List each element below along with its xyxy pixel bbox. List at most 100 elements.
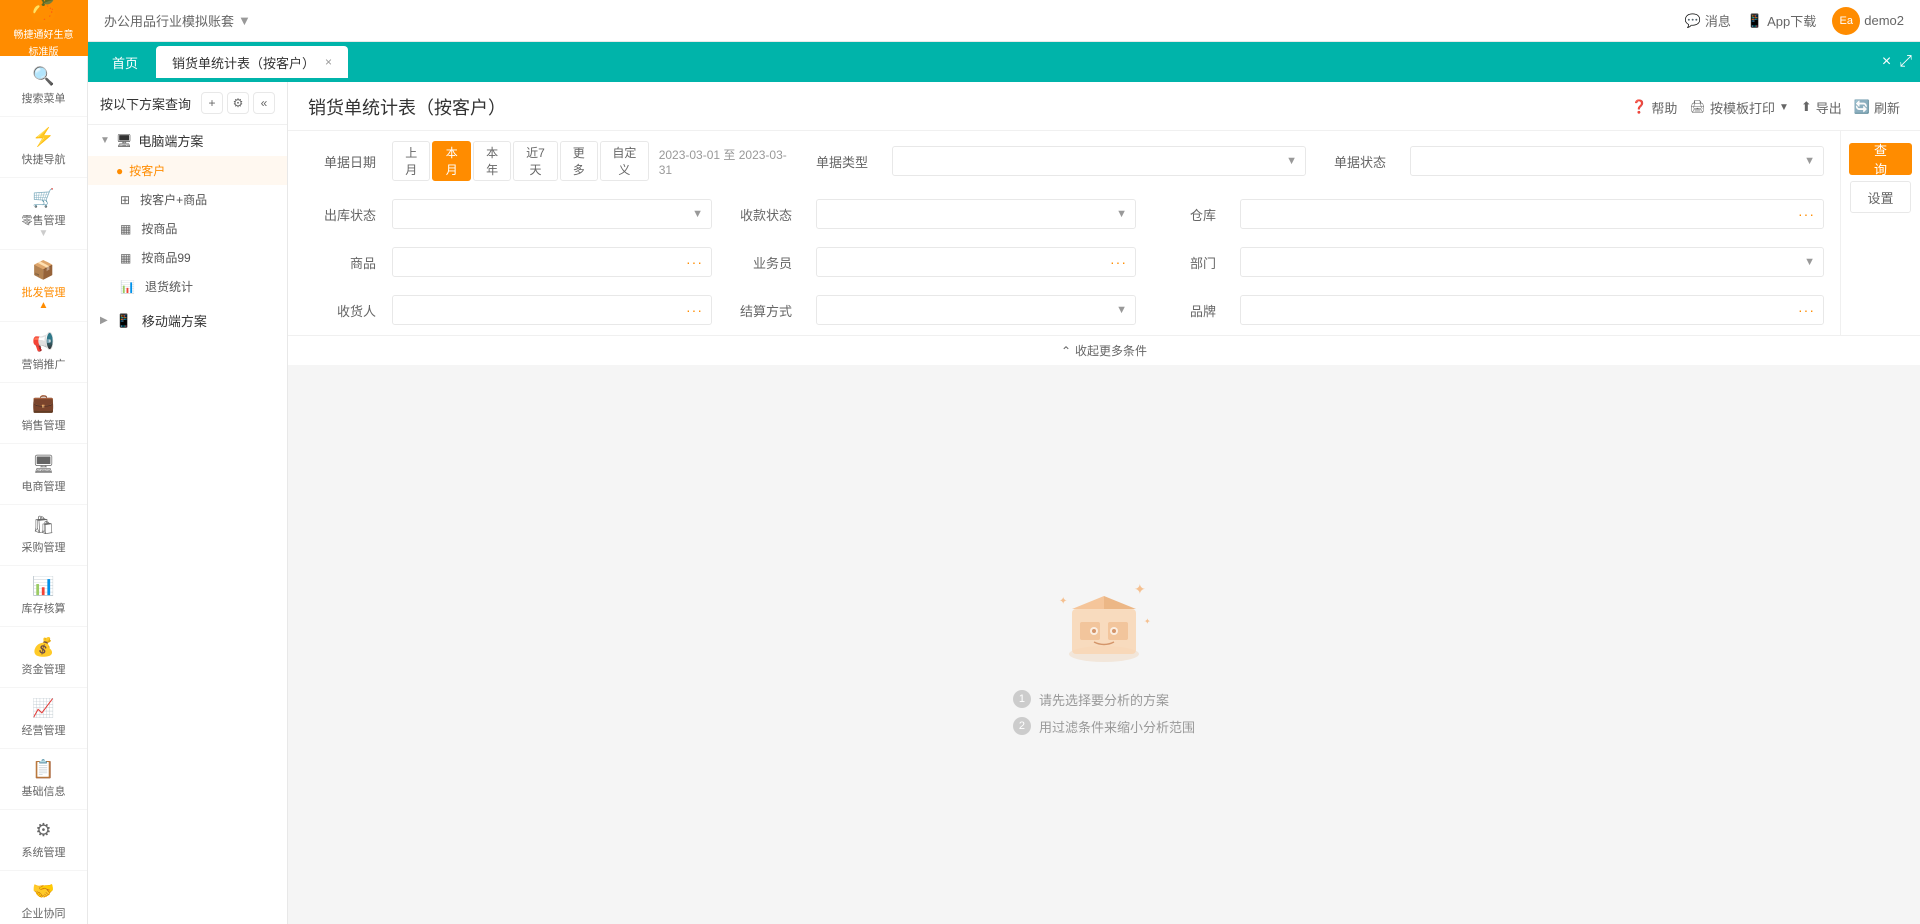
- tab-home[interactable]: 首页: [96, 46, 154, 78]
- print-btn[interactable]: 🖨 按模板打印 ▼: [1689, 98, 1788, 117]
- tab-sales-stats[interactable]: 销货单统计表（按客户） ×: [156, 46, 348, 78]
- collapse-panel-btn[interactable]: «: [253, 92, 275, 114]
- sidebar-item-basic[interactable]: 📋 基础信息: [0, 749, 87, 810]
- sidebar-item-shortcut[interactable]: ⚡ 快捷导航: [0, 117, 87, 178]
- sidebar-shortcut-label: 快捷导航: [22, 151, 66, 167]
- sales-icon: 💼: [32, 393, 54, 414]
- left-scheme-panel: 按以下方案查询 + ⚙ « ▼ 🖥 电脑端方案 ● 按客户 ⊞ 按客户+商: [88, 82, 288, 924]
- shortcut-icon: ⚡: [32, 127, 54, 148]
- sidebar-item-ecommerce[interactable]: 🖥 电商管理: [0, 444, 87, 505]
- tab-expand-btn[interactable]: ⤢: [1899, 53, 1912, 71]
- user-info[interactable]: Ea demo2: [1832, 7, 1904, 35]
- sidebar-item-sales[interactable]: 💼 销售管理: [0, 383, 87, 444]
- industry-selector[interactable]: 办公用品行业模拟账套 ▼: [104, 11, 251, 30]
- sidebar-item-enterprise[interactable]: 🤝 企业协同: [0, 871, 87, 924]
- settings-scheme-btn[interactable]: ⚙: [227, 92, 249, 114]
- goods-dots: ···: [686, 254, 703, 270]
- collapse-bar[interactable]: ⌃ 收起更多条件: [288, 335, 1920, 365]
- tab-close-all-btn[interactable]: ×: [1882, 53, 1891, 71]
- tree-pc-scheme[interactable]: ▼ 🖥 电脑端方案: [88, 125, 287, 156]
- last-7days-btn[interactable]: 近7天: [513, 141, 557, 181]
- svg-text:✦: ✦: [1144, 617, 1151, 626]
- tab-controls: × ⤢: [1882, 53, 1912, 71]
- tree-cg-icon: ⊞: [120, 193, 130, 207]
- tree-bg-label: 按商品: [141, 220, 177, 237]
- industry-dropdown-icon: ▼: [238, 13, 251, 28]
- this-month-btn[interactable]: 本月: [432, 141, 470, 181]
- sidebar-item-system[interactable]: ⚙ 系统管理: [0, 810, 87, 871]
- query-button[interactable]: 查询: [1849, 143, 1912, 175]
- bill-type-select[interactable]: ▼: [892, 146, 1306, 176]
- tree-item-by-customer[interactable]: ● 按客户: [88, 156, 287, 185]
- out-status-select[interactable]: ▼: [392, 199, 712, 229]
- out-status-arrow: ▼: [692, 208, 703, 220]
- left-panel-actions: + ⚙ «: [201, 92, 275, 114]
- sidebar-item-inventory[interactable]: 📊 库存核算: [0, 566, 87, 627]
- tree-item-return-stats[interactable]: 📊 退货统计: [88, 272, 287, 301]
- sidebar-item-wholesale[interactable]: 📦 批发管理 ▲: [0, 250, 87, 322]
- tree-mobile-label: 移动端方案: [142, 311, 207, 330]
- operation-icon: 📈: [32, 698, 54, 719]
- page-title: 销货单统计表（按客户）: [308, 94, 506, 120]
- goods-select[interactable]: ···: [392, 247, 712, 277]
- tree-mobile-scheme[interactable]: ▶ 📱 移动端方案: [88, 305, 287, 336]
- settlement-select[interactable]: ▼: [816, 295, 1136, 325]
- tab-bar: 首页 销货单统计表（按客户） × × ⤢: [88, 42, 1920, 82]
- tree-item-by-customer-goods[interactable]: ⊞ 按客户+商品: [88, 185, 287, 214]
- tab-close-icon[interactable]: ×: [325, 55, 332, 69]
- app-download-btn[interactable]: 📱 App下载: [1747, 11, 1816, 30]
- header-left: 办公用品行业模拟账套 ▼: [104, 11, 251, 30]
- export-btn[interactable]: ⬆ 导出: [1801, 98, 1842, 117]
- sidebar-item-marketing[interactable]: 📢 营销推广: [0, 322, 87, 383]
- wholesale-expand-icon: ▲: [39, 300, 49, 311]
- warehouse-select[interactable]: ···: [1240, 199, 1824, 229]
- salesperson-dots: ···: [1110, 254, 1127, 270]
- left-panel-header: 按以下方案查询 + ⚙ «: [88, 82, 287, 125]
- sidebar-item-retail[interactable]: 🛒 零售管理 ▼: [0, 178, 87, 250]
- this-year-btn[interactable]: 本年: [473, 141, 511, 181]
- search-icon: 🔍: [32, 66, 54, 87]
- salesperson-select[interactable]: ···: [816, 247, 1136, 277]
- message-btn[interactable]: 💬 消息: [1685, 11, 1731, 30]
- print-dropdown-icon: ▼: [1779, 102, 1789, 113]
- help-btn[interactable]: ❓ 帮助: [1631, 98, 1677, 117]
- print-icon: 🖨: [1689, 99, 1706, 115]
- tree-item-by-goods[interactable]: ▦ 按商品: [88, 214, 287, 243]
- tree-rs-icon: 📊: [120, 280, 135, 294]
- add-scheme-btn[interactable]: +: [201, 92, 223, 114]
- sidebar-system-label: 系统管理: [22, 844, 66, 860]
- empty-tip-2: 2 用过滤条件来缩小分析范围: [1013, 717, 1195, 736]
- department-arrow: ▼: [1804, 256, 1815, 268]
- sidebar-purchase-label: 采购管理: [22, 539, 66, 555]
- last-month-btn[interactable]: 上月: [392, 141, 430, 181]
- sidebar-item-search[interactable]: 🔍 搜索菜单: [0, 56, 87, 117]
- collection-status-arrow: ▼: [1116, 208, 1127, 220]
- page-actions: ❓ 帮助 🖨 按模板打印 ▼ ⬆ 导出 🔄 刷新: [1631, 98, 1900, 117]
- date-label: 单据日期: [304, 152, 376, 171]
- sidebar-logo[interactable]: 🍊 畅捷通好生意 标准版: [0, 0, 88, 56]
- sidebar-item-purchase[interactable]: 🛍 采购管理: [0, 505, 87, 566]
- tip-1-num: 1: [1013, 690, 1031, 708]
- sidebar-item-finance[interactable]: 💰 资金管理: [0, 627, 87, 688]
- more-date-btn[interactable]: 更多: [560, 141, 598, 181]
- collection-status-select[interactable]: ▼: [816, 199, 1136, 229]
- custom-date-btn[interactable]: 自定义: [600, 141, 649, 181]
- purchase-icon: 🛍: [32, 515, 55, 536]
- refresh-btn[interactable]: 🔄 刷新: [1854, 98, 1900, 117]
- bill-status-select[interactable]: ▼: [1410, 146, 1824, 176]
- brand-select[interactable]: ···: [1240, 295, 1824, 325]
- salesperson-label: 业务员: [728, 253, 800, 272]
- sidebar-operation-label: 经营管理: [22, 722, 66, 738]
- settings-button[interactable]: 设置: [1850, 181, 1910, 213]
- tree-item-by-goods-99[interactable]: ▦ 按商品99: [88, 243, 287, 272]
- ecommerce-icon: 🖥: [32, 454, 55, 475]
- finance-icon: 💰: [32, 637, 54, 658]
- tree-pc-icon: 🖥: [116, 133, 133, 149]
- department-select[interactable]: ▼: [1240, 247, 1824, 277]
- tree-mobile-icon: 📱: [116, 313, 132, 329]
- sidebar-item-operation[interactable]: 📈 经营管理: [0, 688, 87, 749]
- sidebar: 🍊 畅捷通好生意 标准版 🔍 搜索菜单 ⚡ 快捷导航 🛒 零售管理 ▼ 📦 批发…: [0, 0, 88, 924]
- refresh-label: 刷新: [1874, 98, 1900, 117]
- brand-label: 品牌: [1152, 301, 1224, 320]
- receiver-select[interactable]: ···: [392, 295, 712, 325]
